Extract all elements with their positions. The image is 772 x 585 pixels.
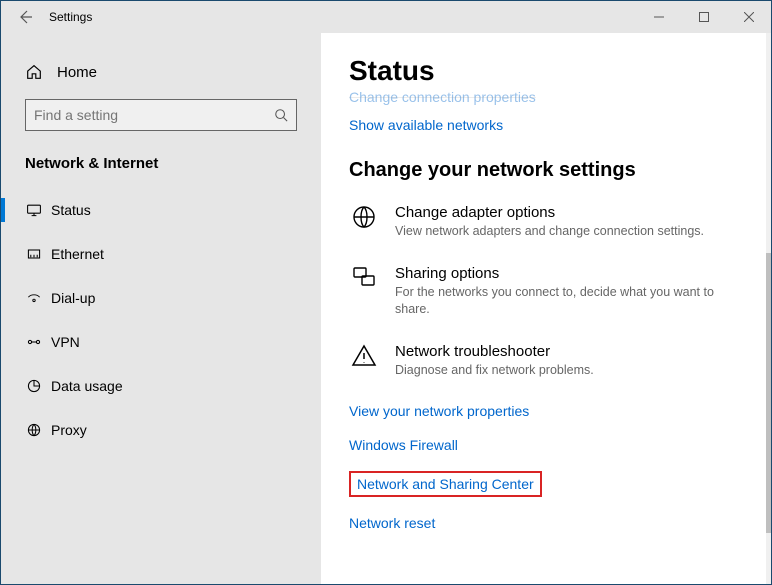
- window-title: Settings: [49, 10, 92, 24]
- home-label: Home: [57, 64, 97, 81]
- sidebar-item-status[interactable]: Status: [1, 188, 321, 232]
- status-icon: [25, 201, 43, 219]
- setting-label: Sharing options: [395, 265, 749, 282]
- sidebar-category: Network & Internet: [1, 131, 321, 180]
- troubleshoot-icon: [349, 343, 379, 380]
- vpn-icon: [25, 333, 43, 351]
- close-button[interactable]: [726, 1, 771, 33]
- titlebar: Settings: [1, 1, 771, 33]
- setting-label: Change adapter options: [395, 204, 749, 221]
- link-properties[interactable]: View your network properties: [349, 403, 529, 419]
- setting-label: Network troubleshooter: [395, 343, 749, 360]
- show-networks-link[interactable]: Show available networks: [349, 117, 503, 133]
- home-link[interactable]: Home: [1, 53, 321, 91]
- ethernet-icon: [25, 245, 43, 263]
- sidebar-item-datausage[interactable]: Data usage: [1, 364, 321, 408]
- sidebar-item-label: VPN: [51, 334, 80, 350]
- page-title: Status: [349, 55, 749, 87]
- sidebar-item-label: Ethernet: [51, 246, 104, 262]
- sidebar-item-vpn[interactable]: VPN: [1, 320, 321, 364]
- setting-sharing[interactable]: Sharing options For the networks you con…: [349, 265, 749, 319]
- setting-desc: Diagnose and fix network problems.: [395, 362, 749, 380]
- maximize-icon: [699, 12, 709, 22]
- adapter-icon: [349, 204, 379, 241]
- sidebar-item-ethernet[interactable]: Ethernet: [1, 232, 321, 276]
- sidebar-item-label: Data usage: [51, 378, 123, 394]
- datausage-icon: [25, 377, 43, 395]
- search-box[interactable]: [25, 99, 297, 131]
- window-controls: [636, 1, 771, 33]
- sidebar-item-label: Status: [51, 202, 91, 218]
- dialup-icon: [25, 289, 43, 307]
- search-input[interactable]: [34, 107, 274, 123]
- minimize-button[interactable]: [636, 1, 681, 33]
- sidebar-item-label: Proxy: [51, 422, 87, 438]
- sidebar-item-proxy[interactable]: Proxy: [1, 408, 321, 452]
- main: Status Change connection properties Show…: [321, 33, 771, 584]
- sidebar: Home Network & Internet Status Ethernet: [1, 33, 321, 584]
- proxy-icon: [25, 421, 43, 439]
- content: Home Network & Internet Status Ethernet: [1, 33, 771, 584]
- search-icon: [274, 108, 288, 122]
- maximize-button[interactable]: [681, 1, 726, 33]
- link-reset[interactable]: Network reset: [349, 515, 435, 531]
- home-icon: [25, 63, 43, 81]
- section-title: Change your network settings: [349, 159, 749, 182]
- setting-adapter[interactable]: Change adapter options View network adap…: [349, 204, 749, 241]
- truncated-link[interactable]: Change connection properties: [349, 89, 749, 105]
- sidebar-nav: Status Ethernet Dial-up VPN: [1, 188, 321, 452]
- search-wrap: [1, 91, 321, 131]
- sidebar-item-dialup[interactable]: Dial-up: [1, 276, 321, 320]
- setting-troubleshoot[interactable]: Network troubleshooter Diagnose and fix …: [349, 343, 749, 380]
- setting-desc: For the networks you connect to, decide …: [395, 284, 749, 319]
- scrollbar-thumb[interactable]: [766, 253, 771, 533]
- minimize-icon: [654, 12, 664, 22]
- arrow-left-icon: [17, 9, 33, 25]
- link-firewall[interactable]: Windows Firewall: [349, 437, 458, 453]
- links-list: View your network properties Windows Fir…: [349, 403, 749, 531]
- sidebar-item-label: Dial-up: [51, 290, 95, 306]
- sharing-icon: [349, 265, 379, 319]
- close-icon: [744, 12, 754, 22]
- setting-desc: View network adapters and change connect…: [395, 223, 749, 241]
- back-button[interactable]: [9, 1, 41, 33]
- link-sharing-center[interactable]: Network and Sharing Center: [349, 471, 542, 497]
